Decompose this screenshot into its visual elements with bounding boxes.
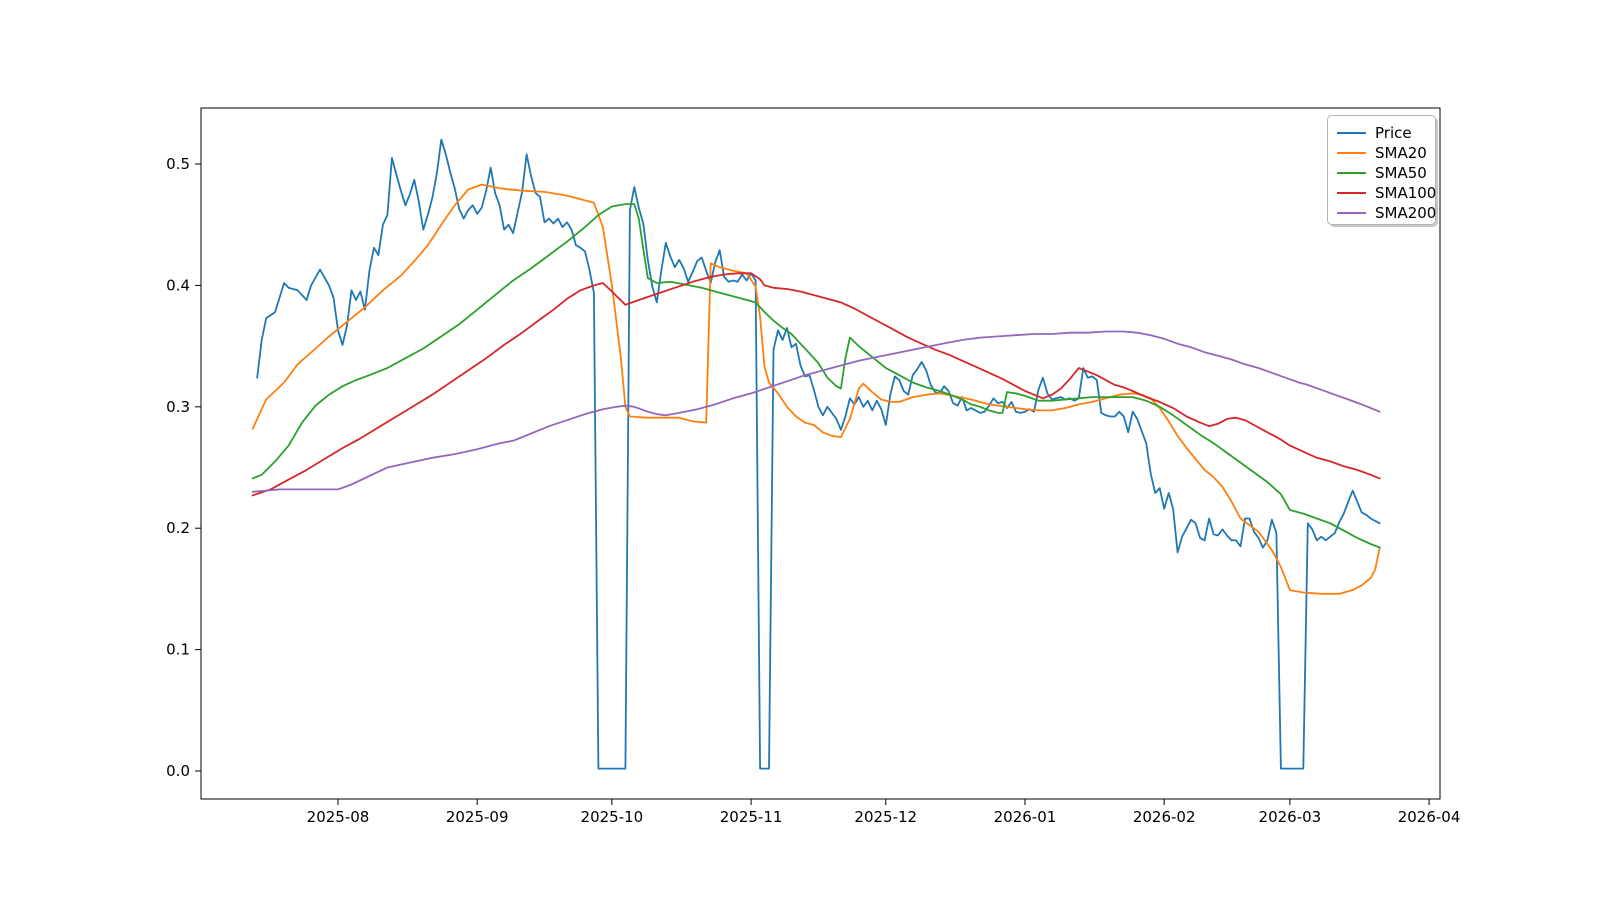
sma100-line-sample-icon: [1337, 192, 1366, 194]
legend-label-price: Price: [1375, 124, 1412, 142]
series-line-price: [256, 138, 1381, 770]
legend-entry-price[interactable]: Price: [1337, 123, 1426, 143]
x-tick-label: 2026-03: [1259, 808, 1322, 826]
x-tick-label: 2025-09: [446, 808, 509, 826]
series-line-sma50: [251, 203, 1381, 549]
y-tick-label: 0.4: [166, 276, 190, 294]
x-tick-label: 2026-01: [994, 808, 1057, 826]
y-tick-label: 0.0: [166, 762, 190, 780]
legend-label-sma200: SMA200: [1375, 204, 1437, 222]
series-line-sma100: [251, 272, 1381, 497]
x-tick-label: 2025-10: [581, 808, 644, 826]
legend-label-sma100: SMA100: [1375, 184, 1437, 202]
legend-label-sma50: SMA50: [1375, 164, 1427, 182]
figure: 2025-08 2025-09 2025-10 2025-11 2025-12 2026-…: [0, 0, 1600, 900]
legend[interactable]: Price SMA20 SMA50 SMA100 SMA200: [1327, 115, 1436, 225]
sma20-line-sample-icon: [1337, 152, 1366, 154]
y-tick-label: 0.3: [166, 398, 190, 416]
y-tick-label: 0.1: [166, 641, 190, 659]
legend-entry-sma20[interactable]: SMA20: [1337, 143, 1427, 163]
x-tick-label: 2026-04: [1398, 808, 1461, 826]
price-line-sample-icon: [1337, 132, 1366, 134]
x-tick-label: 2025-08: [307, 808, 370, 826]
sma200-line-sample-icon: [1337, 212, 1366, 214]
y-tick-label: 0.5: [166, 155, 190, 173]
legend-entry-sma50[interactable]: SMA50: [1337, 163, 1427, 183]
sma50-line-sample-icon: [1337, 172, 1366, 174]
x-tick-label: 2025-11: [720, 808, 783, 826]
y-tick-label: 0.2: [166, 519, 190, 537]
x-tick-label: 2026-02: [1133, 808, 1196, 826]
legend-label-sma20: SMA20: [1375, 144, 1427, 162]
legend-entry-sma100[interactable]: SMA100: [1337, 183, 1436, 203]
series-line-sma20: [251, 183, 1381, 595]
legend-entry-sma200[interactable]: SMA200: [1337, 203, 1436, 223]
x-tick-label: 2025-12: [854, 808, 917, 826]
series-line-sma200: [251, 330, 1381, 493]
